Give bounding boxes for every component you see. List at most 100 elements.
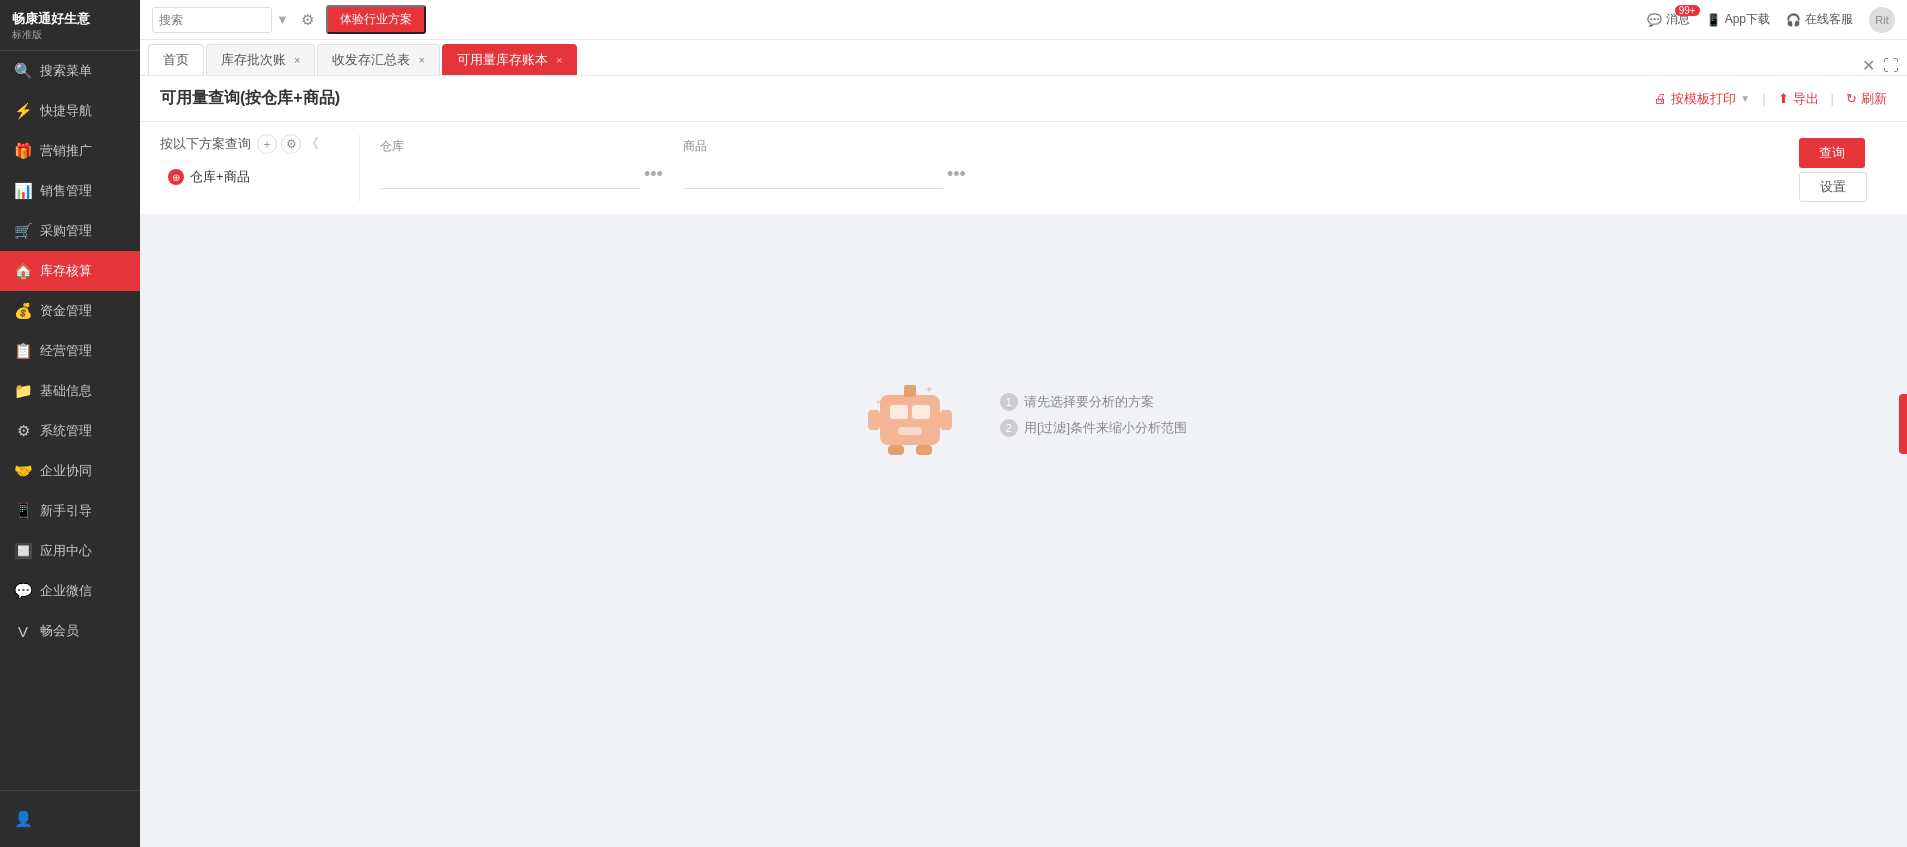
scheme-label: 按以下方案查询 [160,135,251,153]
sidebar-logo: 畅康通好生意 标准版 [0,0,140,51]
topbar: ▼ ⚙ 体验行业方案 💬 消息 99+ 📱 App下载 🎧 在线客服 Rit [140,0,1907,40]
app-download-btn[interactable]: 📱 App下载 [1706,11,1770,28]
sidebar-icon-operations: 📋 [14,342,32,360]
export-icon: ⬆ [1778,91,1789,106]
warehouse-more-btn[interactable]: ••• [644,164,663,185]
collapse-arrow[interactable]: 《 [305,135,319,153]
sidebar-icon-newbie: 📱 [14,502,32,520]
sidebar-item-shortcut[interactable]: ⚡ 快捷导航 [0,91,140,131]
sidebar-label-appcenter: 应用中心 [40,542,92,560]
svg-rect-2 [912,405,930,419]
tab-label-home: 首页 [163,51,189,69]
sidebar-item-appcenter[interactable]: 🔲 应用中心 [0,531,140,571]
goods-more-btn[interactable]: ••• [947,164,966,185]
goods-field: 商品 ••• [683,138,966,189]
goods-input[interactable] [683,159,943,189]
sidebar-item-finance[interactable]: 💰 资金管理 [0,291,140,331]
warehouse-input[interactable] [380,159,640,189]
settings-button[interactable]: 设置 [1799,172,1867,202]
sidebar-label-basic: 基础信息 [40,382,92,400]
sidebar-icon-sales: 📊 [14,182,32,200]
page-header-actions: 🖨 按模板打印 ▼ | ⬆ 导出 | ↻ 刷新 [1654,90,1887,108]
tab-close-btn[interactable]: ✕ [1862,56,1875,75]
divider2: | [1831,91,1834,106]
refresh-action[interactable]: ↻ 刷新 [1846,90,1887,108]
sidebar-item-newbie[interactable]: 📱 新手引导 [0,491,140,531]
svg-text:✦: ✦ [925,384,933,395]
tab-close-available[interactable]: × [556,54,562,66]
svg-rect-1 [890,405,908,419]
empty-illustration: ✦ ✦ [860,365,960,465]
sidebar-item-operations[interactable]: 📋 经营管理 [0,331,140,371]
sidebar-menu: 🔍 搜索菜单 ⚡ 快捷导航 🎁 营销推广 📊 销售管理 🛒 采购管理 🏠 库存核… [0,51,140,790]
sidebar-item-purchase[interactable]: 🛒 采购管理 [0,211,140,251]
tip-2: 2 用[过滤]条件来缩小分析范围 [1000,419,1187,437]
warehouse-label: 仓库 [380,138,663,155]
message-icon: 💬 [1647,13,1662,27]
setting-scheme-btn[interactable]: ⚙ [281,134,301,154]
scheme-item-label: 仓库+商品 [190,168,250,186]
sidebar-label-purchase: 采购管理 [40,222,92,240]
topbar-search: ▼ [152,7,289,33]
app-title: 畅康通好生意 [12,10,128,28]
sidebar-item-search[interactable]: 🔍 搜索菜单 [0,51,140,91]
sidebar-item-enterprise[interactable]: 🤝 企业协同 [0,451,140,491]
svg-rect-6 [868,410,880,430]
sidebar-icon-vip: V [14,623,32,640]
tab-close-batch[interactable]: × [294,54,300,66]
divider1: | [1762,91,1765,106]
scheme-item-warehouse-goods[interactable]: ⊕ 仓库+商品 [160,162,347,192]
tip-num-2: 2 [1000,419,1018,437]
sidebar-label-system: 系统管理 [40,422,92,440]
svg-rect-9 [916,445,932,455]
goods-label: 商品 [683,138,966,155]
message-badge: 99+ [1675,5,1700,16]
svg-rect-0 [880,395,940,445]
sidebar-label-newbie: 新手引导 [40,502,92,520]
sidebar-label-inventory: 库存核算 [40,262,92,280]
page-content: 可用量查询(按仓库+商品) 🖨 按模板打印 ▼ | ⬆ 导出 | ↻ 刷新 [140,76,1907,847]
avatar: Rit [1869,7,1895,33]
sidebar-item-inventory[interactable]: 🏠 库存核算 [0,251,140,291]
query-button[interactable]: 查询 [1799,138,1865,168]
sidebar-icon-marketing: 🎁 [14,142,32,160]
sidebar-item-bottom[interactable]: 👤 [0,799,140,839]
search-input[interactable] [152,7,272,33]
dropdown-icon[interactable]: ▼ [276,12,289,27]
user-icon: 👤 [14,810,32,828]
svg-text:✦: ✦ [875,398,882,407]
tab-batch[interactable]: 库存批次账× [206,44,315,75]
user-profile-btn[interactable]: Rit [1869,7,1895,33]
tab-expand-btn[interactable]: ⛶ [1883,57,1899,75]
scheme-actions: ＋ ⚙ 《 [257,134,319,154]
online-service-btn[interactable]: 🎧 在线客服 [1786,11,1853,28]
sidebar-item-wechat[interactable]: 💬 企业微信 [0,571,140,611]
page-title: 可用量查询(按仓库+商品) [160,88,340,109]
empty-state: ✦ ✦ 1 请先选择要分析的方案 2 用[过滤]条件来缩小分析范围 [140,215,1907,615]
sidebar-item-sales[interactable]: 📊 销售管理 [0,171,140,211]
add-scheme-btn[interactable]: ＋ [257,134,277,154]
settings-icon[interactable]: ⚙ [301,11,314,29]
tab-close-summary[interactable]: × [418,54,424,66]
sidebar-label-vip: 畅会员 [40,622,79,640]
print-dropdown-icon[interactable]: ▼ [1740,93,1750,104]
tab-summary[interactable]: 收发存汇总表× [317,44,439,75]
trial-button[interactable]: 体验行业方案 [326,5,426,34]
sidebar-label-sales: 销售管理 [40,182,92,200]
sidebar-icon-finance: 💰 [14,302,32,320]
tab-home[interactable]: 首页 [148,44,204,75]
export-action[interactable]: ⬆ 导出 [1778,90,1819,108]
message-btn[interactable]: 💬 消息 99+ [1647,11,1690,28]
sidebar-item-vip[interactable]: V 畅会员 [0,611,140,651]
sidebar-label-search: 搜索菜单 [40,62,92,80]
print-action[interactable]: 🖨 按模板打印 ▼ [1654,90,1750,108]
sidebar-icon-system: ⚙ [14,422,32,440]
sidebar-icon-search: 🔍 [14,62,32,80]
tabs-right: ✕ ⛶ [1862,56,1899,75]
scheme-panel: 按以下方案查询 ＋ ⚙ 《 ⊕ 仓库+商品 [160,134,360,202]
sidebar-item-marketing[interactable]: 🎁 营销推广 [0,131,140,171]
tab-available[interactable]: 可用量库存账本× [442,44,577,75]
svg-rect-3 [898,427,922,435]
sidebar-item-system[interactable]: ⚙ 系统管理 [0,411,140,451]
sidebar-item-basic[interactable]: 📁 基础信息 [0,371,140,411]
